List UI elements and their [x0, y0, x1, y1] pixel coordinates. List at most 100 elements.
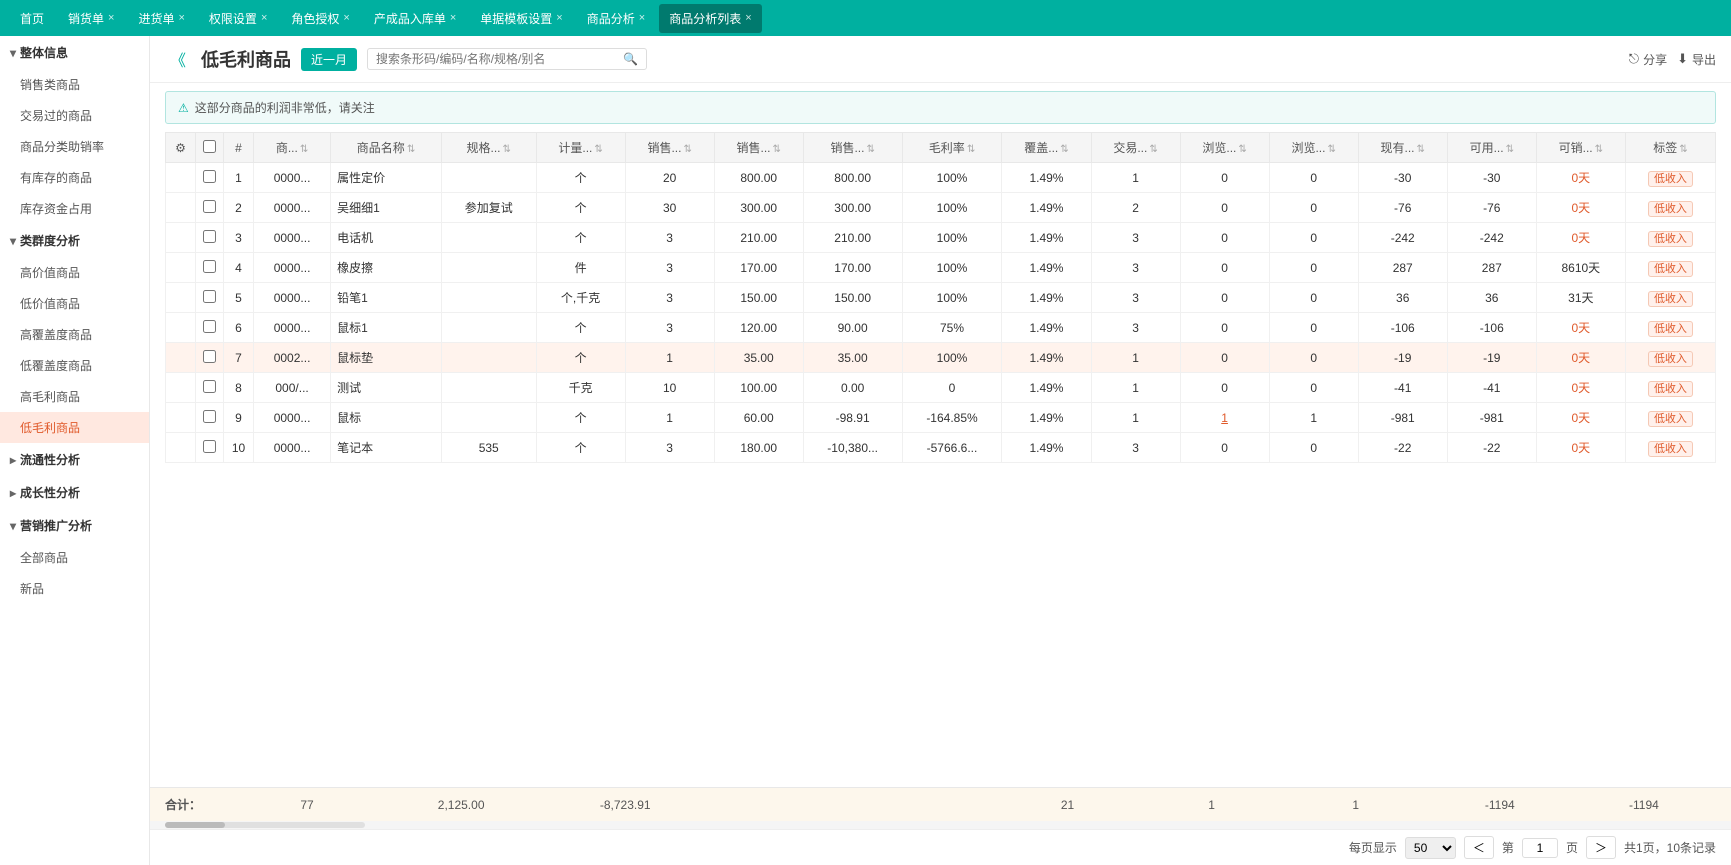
- col-sales2[interactable]: 销售...⇅: [714, 133, 803, 163]
- sidebar-item-high-margin[interactable]: 高毛利商品: [0, 381, 149, 412]
- col-check[interactable]: [196, 133, 224, 163]
- col-trade[interactable]: 交易...⇅: [1091, 133, 1180, 163]
- sidebar-item-low-margin[interactable]: 低毛利商品: [0, 412, 149, 443]
- scrollbar-track[interactable]: [165, 822, 365, 828]
- nav-roles[interactable]: 角色授权 ×: [281, 4, 359, 33]
- col-coverage[interactable]: 覆盖...⇅: [1002, 133, 1091, 163]
- row-checkbox-cell[interactable]: [196, 373, 224, 403]
- nav-permissions[interactable]: 权限设置 ×: [199, 4, 277, 33]
- nav-close-icon[interactable]: ×: [108, 12, 114, 24]
- export-button[interactable]: ⬇ 导出: [1677, 51, 1716, 68]
- per-page-select[interactable]: 50 100: [1405, 837, 1456, 859]
- nav-products-inbound[interactable]: 产成品入库单 ×: [364, 4, 466, 33]
- col-sellable[interactable]: 可销...⇅: [1536, 133, 1625, 163]
- sidebar-item-new-products[interactable]: 新品: [0, 573, 149, 604]
- row-checkbox-cell[interactable]: [196, 253, 224, 283]
- col-unit[interactable]: 计量...⇅: [536, 133, 625, 163]
- next-page-button[interactable]: ＞: [1586, 836, 1616, 859]
- sidebar-item-high-value[interactable]: 高价值商品: [0, 257, 149, 288]
- nav-purchase[interactable]: 进货单 ×: [128, 4, 194, 33]
- nav-close-icon[interactable]: ×: [745, 12, 751, 24]
- row-checkbox[interactable]: [203, 320, 216, 333]
- row-browse1[interactable]: 1: [1180, 403, 1269, 433]
- sidebar-group-overall[interactable]: ▾ 整体信息: [0, 36, 149, 69]
- table-row: 10 0000... 笔记本 535 个 3 180.00 -10,380...…: [166, 433, 1716, 463]
- row-settings-cell: [166, 223, 196, 253]
- col-settings[interactable]: ⚙: [166, 133, 196, 163]
- sidebar-item-stocked-products[interactable]: 有库存的商品: [0, 162, 149, 193]
- nav-close-icon[interactable]: ×: [639, 12, 645, 24]
- scrollbar-thumb[interactable]: [165, 822, 225, 828]
- row-checkbox-cell[interactable]: [196, 283, 224, 313]
- col-spec[interactable]: 规格...⇅: [441, 133, 536, 163]
- row-margin: 100%: [902, 253, 1002, 283]
- row-checkbox[interactable]: [203, 230, 216, 243]
- nav-close-icon[interactable]: ×: [261, 12, 267, 24]
- nav-close-icon[interactable]: ×: [450, 12, 456, 24]
- col-available[interactable]: 可用...⇅: [1447, 133, 1536, 163]
- horizontal-scrollbar[interactable]: [150, 821, 1731, 829]
- nav-template-settings[interactable]: 单据模板设置 ×: [470, 4, 572, 33]
- page-number-input[interactable]: [1522, 838, 1558, 858]
- sidebar-group-marketing[interactable]: ▾ 营销推广分析: [0, 509, 149, 542]
- footer-available: -1194: [1614, 798, 1674, 812]
- row-current: -19: [1358, 343, 1447, 373]
- collapse-sidebar-button[interactable]: 《: [165, 47, 191, 71]
- row-browse2: 0: [1269, 343, 1358, 373]
- sidebar-item-high-coverage[interactable]: 高覆盖度商品: [0, 319, 149, 350]
- col-sales3[interactable]: 销售...⇅: [803, 133, 902, 163]
- col-browse2[interactable]: 浏览...⇅: [1269, 133, 1358, 163]
- nav-close-icon[interactable]: ×: [178, 12, 184, 24]
- row-browse1: 0: [1180, 433, 1269, 463]
- sidebar-item-traded-products[interactable]: 交易过的商品: [0, 100, 149, 131]
- search-input[interactable]: [376, 52, 618, 66]
- row-checkbox-cell[interactable]: [196, 163, 224, 193]
- tag-badge: 低收入: [1648, 201, 1693, 217]
- nav-product-analysis-list[interactable]: 商品分析列表 ×: [659, 4, 761, 33]
- row-checkbox[interactable]: [203, 440, 216, 453]
- col-browse1[interactable]: 浏览...⇅: [1180, 133, 1269, 163]
- row-checkbox[interactable]: [203, 410, 216, 423]
- col-sales1[interactable]: 销售...⇅: [625, 133, 714, 163]
- row-checkbox-cell[interactable]: [196, 343, 224, 373]
- row-checkbox[interactable]: [203, 350, 216, 363]
- row-available: -19: [1447, 343, 1536, 373]
- sidebar-item-inventory-funds[interactable]: 库存资金占用: [0, 193, 149, 224]
- share-button[interactable]: ⎋ 分享: [1629, 51, 1667, 68]
- sidebar-item-low-coverage[interactable]: 低覆盖度商品: [0, 350, 149, 381]
- sidebar-item-low-value[interactable]: 低价值商品: [0, 288, 149, 319]
- sidebar-item-sales-products[interactable]: 销售类商品: [0, 69, 149, 100]
- nav-home[interactable]: 首页: [10, 4, 54, 33]
- nav-sales[interactable]: 销货单 ×: [58, 4, 124, 33]
- sidebar-group-circulation[interactable]: ▸ 流通性分析: [0, 443, 149, 476]
- select-all-checkbox[interactable]: [203, 140, 216, 153]
- row-checkbox-cell[interactable]: [196, 223, 224, 253]
- row-checkbox[interactable]: [203, 380, 216, 393]
- row-browse2: 0: [1269, 433, 1358, 463]
- row-checkbox[interactable]: [203, 260, 216, 273]
- nav-close-icon[interactable]: ×: [556, 12, 562, 24]
- row-checkbox-cell[interactable]: [196, 433, 224, 463]
- row-spec: [441, 403, 536, 433]
- row-checkbox-cell[interactable]: [196, 403, 224, 433]
- row-checkbox-cell[interactable]: [196, 313, 224, 343]
- row-checkbox[interactable]: [203, 170, 216, 183]
- nav-close-icon[interactable]: ×: [343, 12, 349, 24]
- col-code[interactable]: 商...⇅: [254, 133, 331, 163]
- table-row: 5 0000... 铅笔1 个,千克 3 150.00 150.00 100% …: [166, 283, 1716, 313]
- sidebar-item-category-rate[interactable]: 商品分类助销率: [0, 131, 149, 162]
- nav-product-analysis[interactable]: 商品分析 ×: [577, 4, 655, 33]
- search-icon[interactable]: 🔍: [623, 52, 638, 66]
- col-name[interactable]: 商品名称⇅: [331, 133, 442, 163]
- filter-period-button[interactable]: 近一月: [301, 48, 357, 71]
- col-margin[interactable]: 毛利率⇅: [902, 133, 1002, 163]
- prev-page-button[interactable]: ＜: [1464, 836, 1494, 859]
- row-checkbox[interactable]: [203, 200, 216, 213]
- sidebar-group-cluster[interactable]: ▾ 类群度分析: [0, 224, 149, 257]
- row-checkbox[interactable]: [203, 290, 216, 303]
- sidebar-item-all-products[interactable]: 全部商品: [0, 542, 149, 573]
- row-checkbox-cell[interactable]: [196, 193, 224, 223]
- col-tag[interactable]: 标签⇅: [1625, 133, 1715, 163]
- sidebar-group-growth[interactable]: ▸ 成长性分析: [0, 476, 149, 509]
- col-current[interactable]: 现有...⇅: [1358, 133, 1447, 163]
